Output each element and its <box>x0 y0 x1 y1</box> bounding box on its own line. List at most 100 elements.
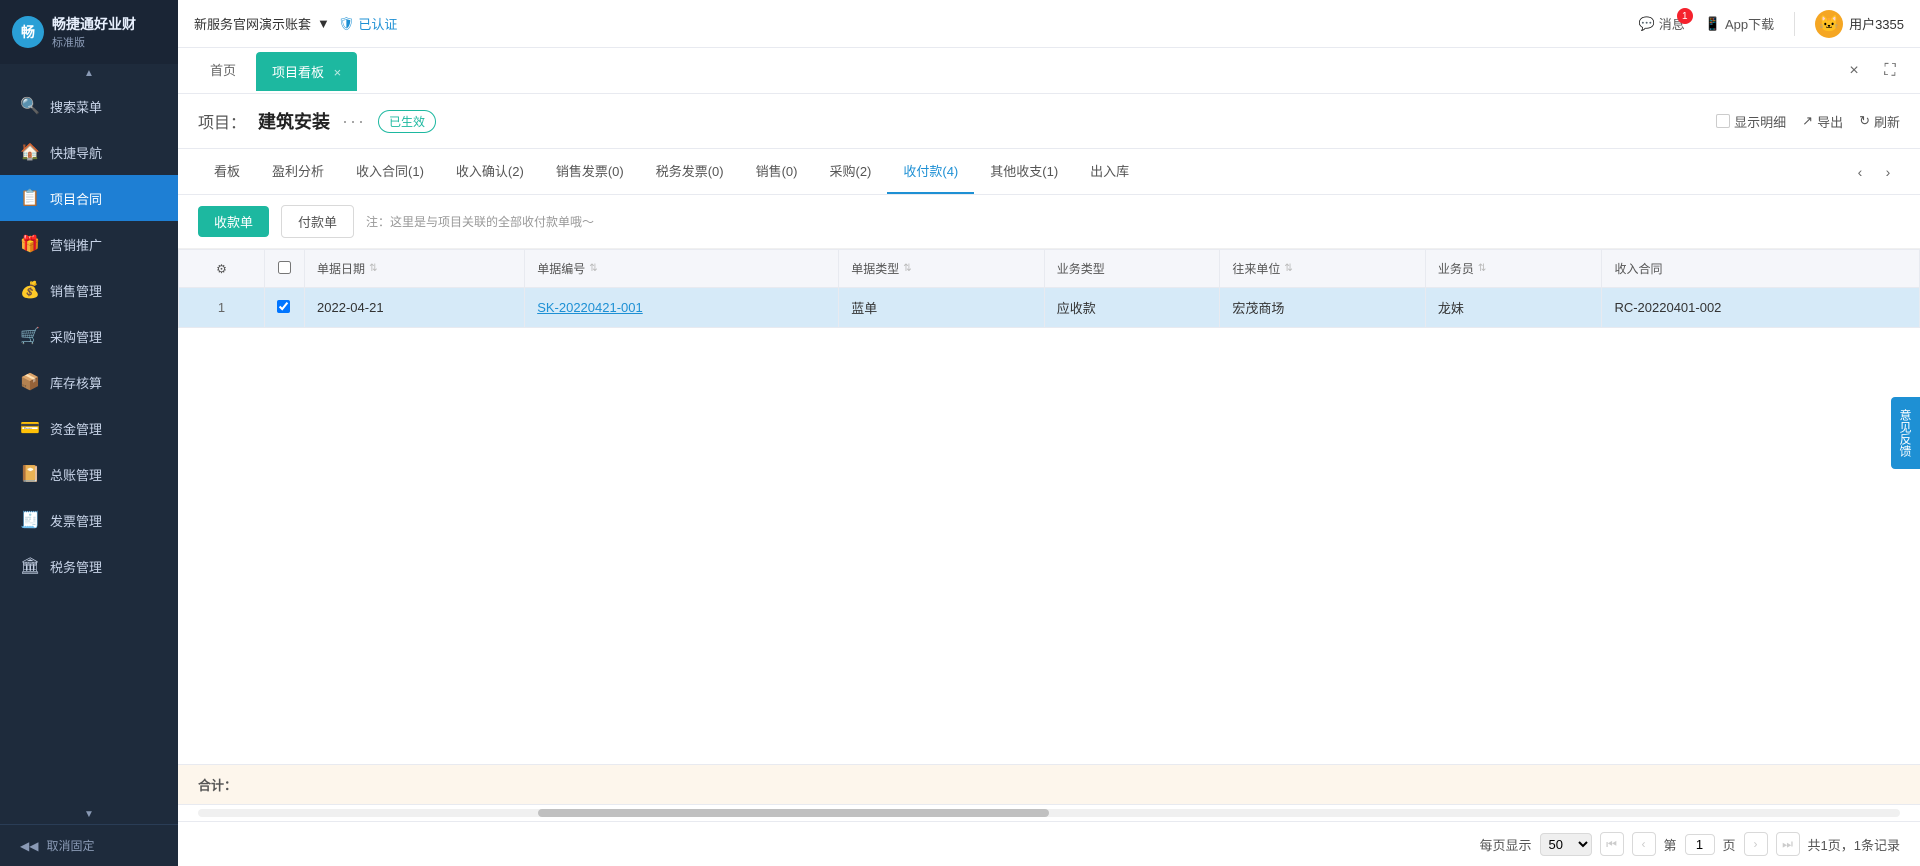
show-detail-toggle[interactable]: 显示明细 <box>1716 112 1786 131</box>
topbar-left: 新服务官网演示账套 ▼ 🛡 已认证 <box>194 14 1623 33</box>
mobile-icon: 📱 <box>1705 16 1721 32</box>
app-download-label: App下载 <box>1725 14 1774 33</box>
sidebar-item-search[interactable]: 🔍 搜索菜单 <box>0 83 178 129</box>
app-title: 畅捷通好业财 <box>52 14 136 34</box>
sidebar-item-invoice-label: 发票管理 <box>50 511 102 530</box>
refresh-icon: ↻ <box>1859 113 1870 129</box>
project-more-button[interactable]: ··· <box>342 111 366 132</box>
subtab-purchase[interactable]: 采购(2) <box>813 149 887 194</box>
th-checkbox <box>265 250 305 288</box>
sidebar-item-tax[interactable]: 🏛 税务管理 <box>0 543 178 589</box>
tab-home[interactable]: 首页 <box>194 48 252 93</box>
horizontal-scrollbar[interactable] <box>178 804 1920 821</box>
page-input[interactable] <box>1685 834 1715 855</box>
sales-icon: 💰 <box>20 280 40 300</box>
tab-close-icon[interactable]: × <box>334 65 342 80</box>
app-logo-icon: 畅 <box>12 16 44 48</box>
row-date: 2022-04-21 <box>305 288 525 328</box>
sidebar-item-quick-nav-label: 快捷导航 <box>50 143 102 162</box>
account-selector[interactable]: 新服务官网演示账套 ▼ <box>194 14 330 33</box>
message-button[interactable]: 💬 消息 1 <box>1639 14 1685 33</box>
type-sort-icon: ⇅ <box>903 263 911 274</box>
th-settings[interactable]: ⚙ <box>179 250 265 288</box>
partner-sort-icon: ⇅ <box>1284 263 1292 274</box>
per-page-select[interactable]: 50 100 200 <box>1540 833 1592 856</box>
sidebar-item-project-label: 项目合同 <box>50 189 102 208</box>
per-page-label: 每页显示 <box>1479 835 1531 854</box>
sidebar-item-funds-label: 资金管理 <box>50 419 102 438</box>
subtab-sales[interactable]: 销售(0) <box>740 149 814 194</box>
sidebar-item-funds[interactable]: 💳 资金管理 <box>0 405 178 451</box>
receipt-btn[interactable]: 收款单 <box>198 206 269 237</box>
feedback-label: 意见反馈 <box>1897 409 1914 457</box>
row-num: 1 <box>179 288 265 328</box>
settings-icon[interactable]: ⚙ <box>216 262 227 276</box>
subtab-nav-next[interactable]: › <box>1876 160 1900 184</box>
payment-btn[interactable]: 付款单 <box>281 205 354 238</box>
sidebar-item-purchase[interactable]: 🛒 采购管理 <box>0 313 178 359</box>
user-label: 用户3355 <box>1849 14 1904 33</box>
subtab-tax-invoice[interactable]: 税务发票(0) <box>640 149 740 194</box>
sidebar-item-sales-label: 销售管理 <box>50 281 102 300</box>
th-partner[interactable]: 往来单位 ⇅ <box>1220 250 1425 288</box>
unpin-icon: ◀◀ <box>20 839 38 853</box>
tab-project-board[interactable]: 项目看板 × <box>256 52 357 91</box>
sidebar-unpin-button[interactable]: ◀◀ 取消固定 <box>0 824 178 866</box>
sidebar-item-marketing[interactable]: 🎁 营销推广 <box>0 221 178 267</box>
scrollbar-thumb[interactable] <box>538 809 1049 817</box>
project-status-badge: 已生效 <box>378 110 436 133</box>
scroll-up-indicator: ▲ <box>0 64 178 83</box>
search-icon: 🔍 <box>20 96 40 116</box>
sidebar-item-ledger[interactable]: 📔 总账管理 <box>0 451 178 497</box>
subtab-income-contract[interactable]: 收入合同(1) <box>340 149 440 194</box>
export-button[interactable]: ↗ 导出 <box>1802 112 1843 131</box>
th-number[interactable]: 单据编号 ⇅ <box>525 250 839 288</box>
select-all-checkbox[interactable] <box>278 261 291 274</box>
sidebar-item-sales[interactable]: 💰 销售管理 <box>0 267 178 313</box>
refresh-button[interactable]: ↻ 刷新 <box>1859 112 1900 131</box>
subtab-profit[interactable]: 盈利分析 <box>256 149 340 194</box>
project-header: 项目： 建筑安装 ··· 已生效 显示明细 ↗ 导出 ↻ 刷新 <box>178 94 1920 149</box>
row-checkbox[interactable] <box>277 300 290 313</box>
row-number[interactable]: SK-20220421-001 <box>525 288 839 328</box>
export-label: 导出 <box>1817 112 1843 131</box>
window-close-button[interactable]: × <box>1840 57 1868 85</box>
table-row[interactable]: 1 2022-04-21 SK-20220421-001 蓝单 应收款 宏茂商场… <box>179 288 1920 328</box>
app-download-button[interactable]: 📱 App下载 <box>1705 14 1774 33</box>
box-icon: 📦 <box>20 372 40 392</box>
main-content: 新服务官网演示账套 ▼ 🛡 已认证 💬 消息 1 📱 App下载 🐱 用户335… <box>178 0 1920 866</box>
subtab-warehouse[interactable]: 出入库 <box>1074 149 1145 194</box>
sidebar-item-project-contract[interactable]: 📋 项目合同 <box>0 175 178 221</box>
next-page-btn[interactable]: › <box>1744 832 1768 856</box>
th-salesperson[interactable]: 业务员 ⇅ <box>1425 250 1602 288</box>
toolbar-note: 注：这里是与项目关联的全部收付款单哦～ <box>366 213 594 230</box>
subtab-receipt[interactable]: 收付款(4) <box>887 149 974 194</box>
show-detail-checkbox[interactable] <box>1716 114 1730 128</box>
th-date[interactable]: 单据日期 ⇅ <box>305 250 525 288</box>
subtab-nav-prev[interactable]: ‹ <box>1848 160 1872 184</box>
row-biz-type: 应收款 <box>1044 288 1220 328</box>
sidebar-item-invoice[interactable]: 🧾 发票管理 <box>0 497 178 543</box>
sidebar-item-quick-nav[interactable]: 🏠 快捷导航 <box>0 129 178 175</box>
tax-icon: 🏛 <box>20 556 40 576</box>
card-icon: 💳 <box>20 418 40 438</box>
sidebar-item-inventory[interactable]: 📦 库存核算 <box>0 359 178 405</box>
window-maximize-button[interactable]: ⛶ <box>1876 57 1904 85</box>
content-area: 项目： 建筑安装 ··· 已生效 显示明细 ↗ 导出 ↻ 刷新 <box>178 94 1920 866</box>
invoice-icon: 🧾 <box>20 510 40 530</box>
user-menu[interactable]: 🐱 用户3355 <box>1815 10 1904 38</box>
project-actions: 显示明细 ↗ 导出 ↻ 刷新 <box>1716 112 1900 131</box>
app-subtitle: 标准版 <box>52 34 136 50</box>
pagination: 每页显示 50 100 200 ⏮ ‹ 第 页 › ⏭ 共1页，1条记录 <box>178 821 1920 866</box>
last-page-btn[interactable]: ⏭ <box>1776 832 1800 856</box>
prev-page-btn[interactable]: ‹ <box>1632 832 1656 856</box>
subtab-sales-invoice[interactable]: 销售发票(0) <box>540 149 640 194</box>
subtab-income-confirm[interactable]: 收入确认(2) <box>440 149 540 194</box>
feedback-button[interactable]: 意见反馈 <box>1891 397 1920 469</box>
subtab-kanban[interactable]: 看板 <box>198 149 256 194</box>
first-page-btn[interactable]: ⏮ <box>1600 832 1624 856</box>
th-type[interactable]: 单据类型 ⇅ <box>839 250 1044 288</box>
subtab-other-expense[interactable]: 其他收支(1) <box>974 149 1074 194</box>
row-number-link[interactable]: SK-20220421-001 <box>537 300 643 315</box>
book-icon: 📔 <box>20 464 40 484</box>
